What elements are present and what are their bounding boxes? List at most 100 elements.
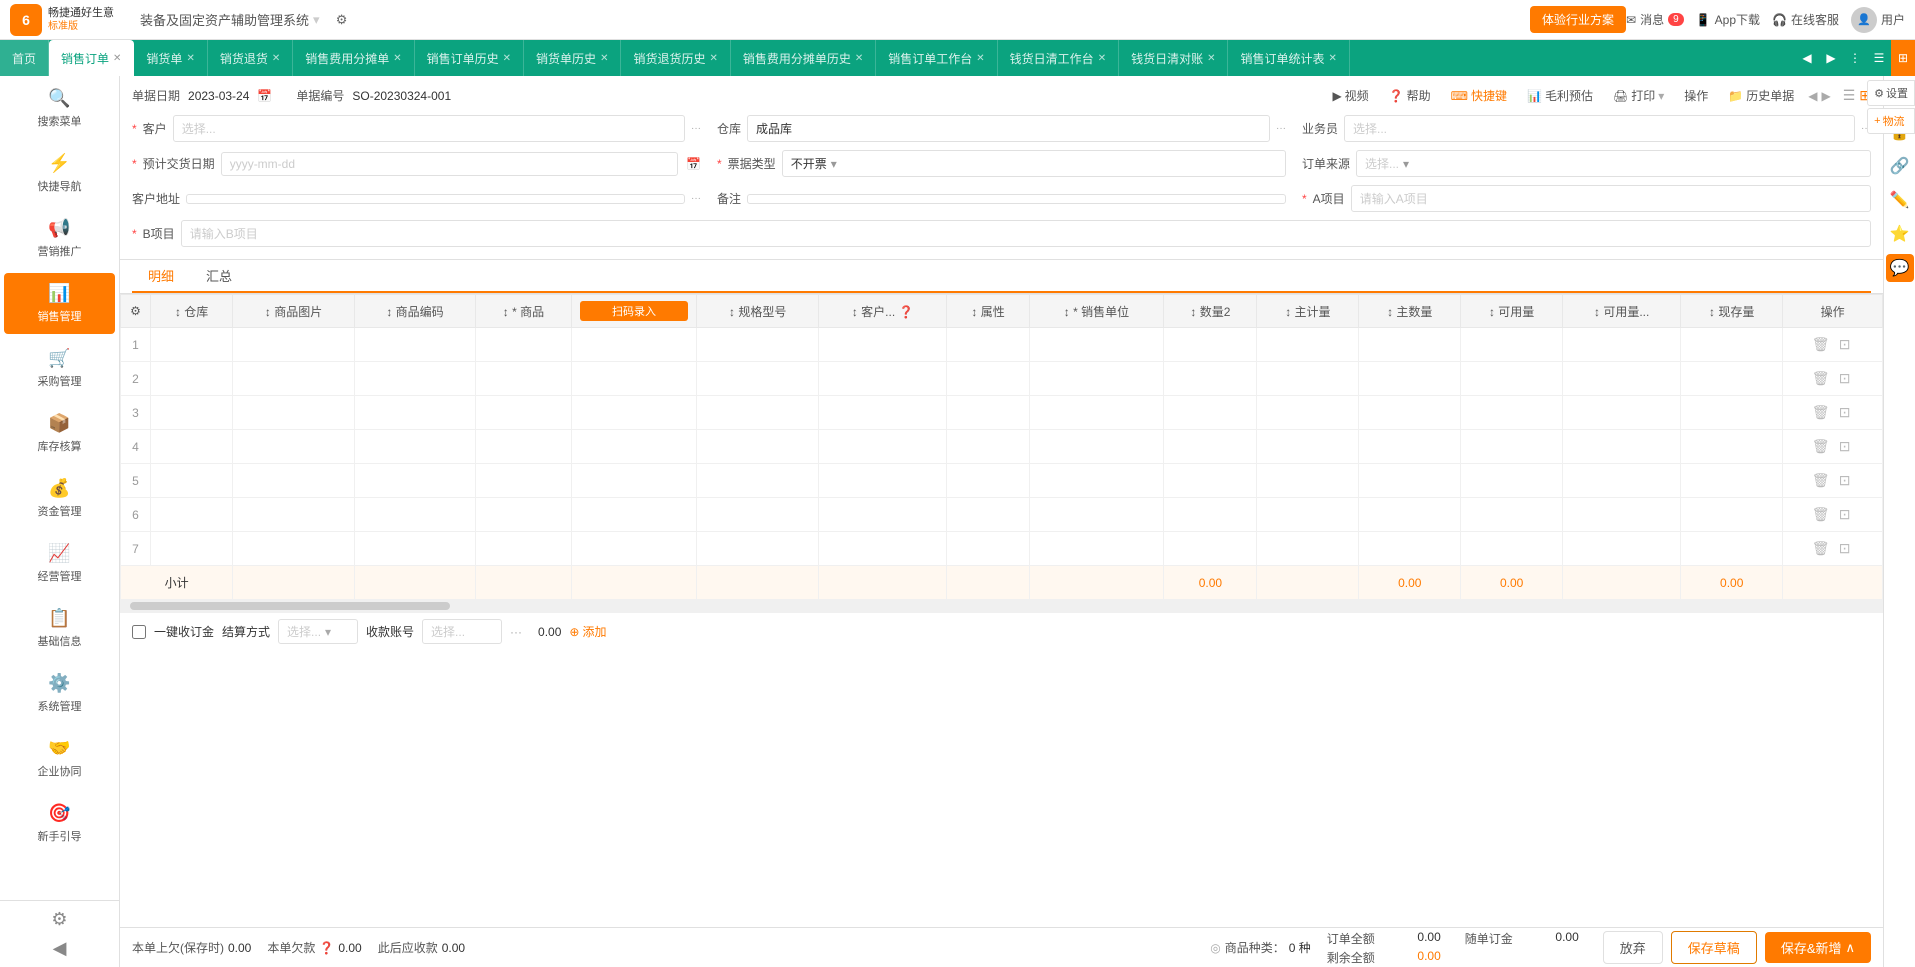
tab-grid-btn[interactable]: ⊞ [1891,40,1915,76]
user-menu[interactable]: 👤 用户 [1851,7,1905,33]
toolbar-help-btn[interactable]: ❓ 帮助 [1383,84,1437,107]
message-btn[interactable]: ✉ 消息 9 [1626,11,1684,28]
sidebar-item-search[interactable]: 🔍 搜索菜单 [4,78,115,139]
right-panel-icon-6[interactable]: 💬 [1886,254,1914,282]
customer-address-input[interactable] [186,194,685,204]
order-source-select[interactable]: 选择... ▾ [1356,150,1871,177]
customer-address-expand-icon[interactable]: ··· [691,193,701,204]
tab-stats[interactable]: 销售订单统计表 ✕ [1228,40,1349,76]
sidebar-item-inventory[interactable]: 📦 库存核算 [4,403,115,464]
right-panel-icon-3[interactable]: 🔗 [1886,152,1914,180]
top-settings-icon[interactable]: ⚙ [328,6,356,34]
salesperson-input[interactable]: 选择... [1344,115,1855,142]
sidebar-collapse-icon[interactable]: ◀ [53,938,67,959]
row-1-delete-icon[interactable]: 🗑 [1811,335,1831,355]
sidebar-item-system[interactable]: ⚙️ 系统管理 [4,663,115,724]
payment-method-select[interactable]: 选择... ▾ [278,619,358,644]
delivery-calendar-icon[interactable]: 📅 [686,157,701,171]
tab-sales-return[interactable]: 销货退货 ✕ [208,40,293,76]
tab-sales-order[interactable]: 销售订单 ✕ [49,40,134,76]
row-4-delete-icon[interactable]: 🗑 [1811,437,1831,457]
nav-prev-icon[interactable]: ◀ [1808,89,1817,103]
toolbar-video-btn[interactable]: ▶ 视频 [1326,84,1374,107]
tab-sales-invoice-close[interactable]: ✕ [186,53,194,64]
sidebar-item-collab[interactable]: 🤝 企业协同 [4,728,115,789]
save-new-button[interactable]: 保存&新增 ∧ [1765,932,1871,963]
tab-daily-reconcile[interactable]: 钱货日清对账 ✕ [1119,40,1228,76]
toolbar-shortcut-btn[interactable]: ⌨ 快捷键 [1445,84,1513,107]
tab-sales-order-history[interactable]: 销售订单历史 ✕ [415,40,524,76]
row-5-delete-icon[interactable]: 🗑 [1811,471,1831,491]
toolbar-history-btn[interactable]: 📁 历史单据 [1722,84,1800,107]
tab-return-history-close[interactable]: ✕ [709,53,717,64]
tab-prev-btn[interactable]: ◀ [1795,40,1819,76]
tab-more-btn[interactable]: ⋮ [1843,40,1867,76]
sidebar-item-quicknav[interactable]: ⚡ 快捷导航 [4,143,115,204]
calendar-icon[interactable]: 📅 [257,89,272,103]
remarks-input[interactable] [747,194,1286,204]
col-settings[interactable]: ⚙ [121,295,151,328]
tab-invoice-history-close[interactable]: ✕ [600,53,608,64]
row-7-copy-icon[interactable]: ⊡ [1835,539,1855,559]
sidebar-item-guide[interactable]: 🎯 新手引导 [4,793,115,854]
add-payment-btn[interactable]: ⊕ 添加 [569,623,606,640]
warehouse-expand-icon[interactable]: ··· [1276,123,1286,134]
row-2-delete-icon[interactable]: 🗑 [1811,369,1831,389]
tab-sales-order-close[interactable]: ✕ [113,53,121,64]
table-horizontal-scrollbar[interactable] [120,600,1883,612]
customer-expand-icon[interactable]: ··· [691,123,701,134]
list-view-icon[interactable]: ☰ [1843,87,1856,104]
sidebar-item-baseinfo[interactable]: 📋 基础信息 [4,598,115,659]
tab-sales-order-history-close[interactable]: ✕ [503,53,511,64]
tab-home[interactable]: 首页 [0,40,49,76]
quick-checkout-checkbox[interactable] [132,625,146,639]
toolbar-profit-btn[interactable]: 📊 毛利预估 [1521,84,1599,107]
trial-button[interactable]: 体验行业方案 [1530,6,1626,33]
tab-detail[interactable]: 明细 [132,260,190,293]
customer-input[interactable]: 选择... [173,115,685,142]
a-project-input[interactable]: 请输入A项目 [1351,185,1871,212]
row-3-copy-icon[interactable]: ⊡ [1835,403,1855,423]
row-5-copy-icon[interactable]: ⊡ [1835,471,1855,491]
system-title-dropdown-icon[interactable]: ▾ [313,12,320,28]
tab-return-history[interactable]: 销货退货历史 ✕ [621,40,730,76]
row-3-delete-icon[interactable]: 🗑 [1811,403,1831,423]
tab-order-workbench[interactable]: 销售订单工作台 ✕ [876,40,997,76]
tab-expense-history[interactable]: 销售费用分摊单历史 ✕ [731,40,876,76]
discard-button[interactable]: 放弃 [1603,931,1663,964]
tab-daily-workbench[interactable]: 钱货日清工作台 ✕ [998,40,1119,76]
row-2-copy-icon[interactable]: ⊡ [1835,369,1855,389]
tab-order-workbench-close[interactable]: ✕ [976,53,984,64]
right-panel-icon-5[interactable]: ⭐ [1886,220,1914,248]
sidebar-item-marketing[interactable]: 📢 营销推广 [4,208,115,269]
warehouse-input[interactable]: 成品库 [747,115,1270,142]
invoice-select[interactable]: 不开票 ▾ [782,150,1286,177]
tab-invoice-history[interactable]: 销货单历史 ✕ [524,40,621,76]
table-scroll-thumb[interactable] [130,602,450,610]
account-select[interactable]: 选择... [422,619,502,644]
save-draft-button[interactable]: 保存草稿 [1671,931,1757,964]
sidebar-item-finance[interactable]: 💰 资金管理 [4,468,115,529]
toolbar-action-btn[interactable]: 操作 [1678,84,1714,107]
sidebar-settings-icon[interactable]: ⚙ [51,909,67,930]
row-4-copy-icon[interactable]: ⊡ [1835,437,1855,457]
tab-sales-expense[interactable]: 销售费用分摊单 ✕ [293,40,414,76]
row-6-delete-icon[interactable]: 🗑 [1811,505,1831,525]
sidebar-item-purchase[interactable]: 🛒 采购管理 [4,338,115,399]
tab-sales-invoice[interactable]: 销货单 ✕ [134,40,207,76]
scan-btn[interactable]: 扫码录入 [580,301,689,321]
delivery-date-input[interactable]: yyyy-mm-dd [221,152,678,176]
tab-expense-history-close[interactable]: ✕ [855,53,863,64]
tab-sales-return-close[interactable]: ✕ [272,53,280,64]
row-7-delete-icon[interactable]: 🗑 [1811,539,1831,559]
settings-floating-btn[interactable]: ⚙ 设置 [1867,80,1883,106]
nav-next-icon[interactable]: ▶ [1821,89,1830,103]
app-download-btn[interactable]: 📱 App下载 [1696,11,1760,28]
tab-summary[interactable]: 汇总 [190,260,248,291]
row-1-copy-icon[interactable]: ⊡ [1835,335,1855,355]
tab-daily-workbench-close[interactable]: ✕ [1098,53,1106,64]
logistics-floating-btn[interactable]: + 物流 [1867,108,1883,134]
online-service-btn[interactable]: 🎧 在线客服 [1772,11,1839,28]
tab-next-btn[interactable]: ▶ [1819,40,1843,76]
sidebar-item-sales[interactable]: 📊 销售管理 [4,273,115,334]
